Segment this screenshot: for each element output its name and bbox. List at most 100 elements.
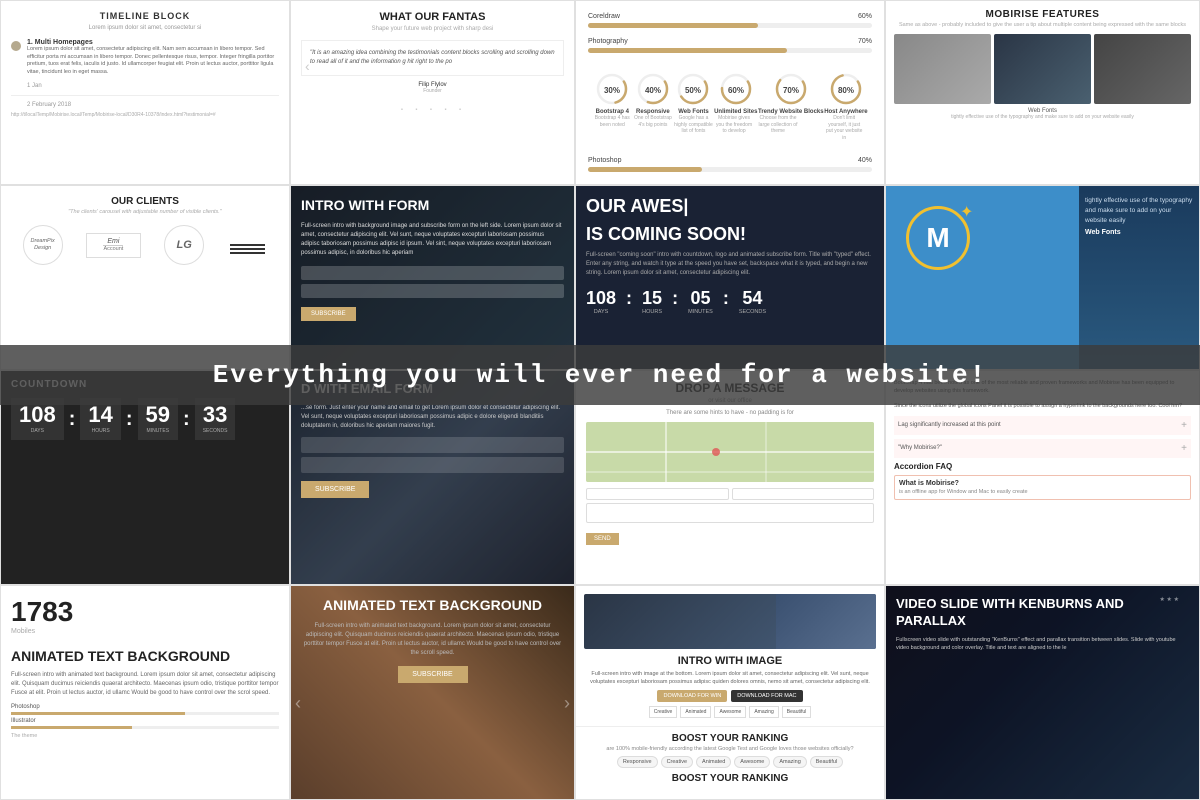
countdown-hours-label: Hours <box>88 428 112 434</box>
coming-soon-sep2: : <box>672 288 678 315</box>
video-slide-stars: ★ ★ ★ <box>1160 596 1179 603</box>
animated-bg-desc: Full-screen intro with animated text bac… <box>301 622 564 658</box>
circle-responsive: 40% Responsive One of Bootstrap 4's big … <box>633 71 673 141</box>
photoshop-bar-bg <box>588 167 872 172</box>
svg-text:30%: 30% <box>604 86 620 95</box>
video-slide-content: VIDEO SLIDE WITH KENBURNS AND PARALLAX F… <box>896 596 1189 652</box>
boost-tab-2[interactable]: Creative <box>661 756 693 768</box>
boost-tab-5[interactable]: Amazing <box>773 756 806 768</box>
mobirise-web-fonts-desc: tightly effective use of the typography … <box>894 114 1191 121</box>
accordion-section: Accordion FAQ What is Mobirise? is an of… <box>894 462 1191 500</box>
fantas-author-role: Founder <box>301 88 564 94</box>
animated-bg-nav-left[interactable]: ‹ <box>295 693 301 714</box>
circle-bootstrap-svg: 30% <box>594 71 630 107</box>
intro-form-email-field[interactable] <box>301 284 564 298</box>
banner-text: Everything you will ever need for a webs… <box>213 360 988 390</box>
accordion-q2-text: Lag significantly increased at this poin… <box>898 422 1001 428</box>
intro-image-btn-mac[interactable]: DOWNLOAD FOR MAC <box>731 690 802 702</box>
photoshop-bar-fill <box>588 167 702 172</box>
tile-timeline: TIMELINE BLOCK Lorem ipsum dolor sit ame… <box>0 0 290 185</box>
intro-image-right <box>776 594 876 649</box>
mobirise-img-3 <box>1094 34 1191 104</box>
circle-unlimited-svg: 60% <box>718 71 754 107</box>
fantas-nav-arrow[interactable]: ‹ <box>305 58 310 74</box>
collage-container: TIMELINE BLOCK Lorem ipsum dolor sit ame… <box>0 0 1200 800</box>
countdown-seconds-label: Seconds <box>203 428 228 434</box>
mobirise-images-row <box>894 34 1191 104</box>
mobirise-title: MOBIRISE FEATURES <box>894 9 1191 20</box>
countdown-days: 108 <box>19 404 56 426</box>
countdown-days-label: Days <box>19 428 56 434</box>
circle-host-svg: 80% <box>828 71 864 107</box>
coming-soon-sep1: : <box>626 288 632 315</box>
contact-message-field[interactable] <box>586 503 874 523</box>
timeline-item2-date: 2 February 2018 <box>27 102 279 108</box>
email-form-field1[interactable] <box>301 437 564 453</box>
animated-desc: Full-screen intro with animated text bac… <box>11 671 279 698</box>
intro-tab-4[interactable]: Amazing <box>749 706 778 718</box>
intro-image-btn-win[interactable]: DOWNLOAD FOR WIN <box>657 690 727 702</box>
drop-message-subdesc: There are some hints to have - no paddin… <box>586 410 874 416</box>
accordion-q1-desc: is an offline app for Window and Mac to … <box>899 489 1186 495</box>
animated-photoshop: Photoshop <box>11 704 279 710</box>
accordion-plus-icon[interactable]: + <box>1181 420 1187 431</box>
fantas-quote: "It is an amazing idea combining the tes… <box>301 40 564 76</box>
svg-text:40%: 40% <box>645 86 661 95</box>
accordion-q1-title: What is Mobirise? <box>899 480 1186 487</box>
timeline-dot-1 <box>11 41 21 51</box>
countdown-minutes-label: Minutes <box>146 428 170 434</box>
mobirise-sun-icon: ✦ <box>960 202 973 222</box>
tile-skills: Coreldraw 60% Photography 70% <box>575 0 885 185</box>
coming-soon-hours-label: Hours <box>642 309 662 315</box>
contact-name-field[interactable] <box>586 488 729 500</box>
intro-image-desc: Full-screen intro with image at the bott… <box>584 670 876 687</box>
intro-tab-3[interactable]: Awesome <box>714 706 746 718</box>
accordion-minus-icon[interactable]: + <box>1181 443 1187 454</box>
circle-unlimited-desc: Mobirise gives you the freedom to develo… <box>714 115 754 135</box>
email-form-field2[interactable] <box>301 457 564 473</box>
contact-email-field[interactable] <box>732 488 875 500</box>
intro-form-content: INTRO WITH FORM Full-screen intro with b… <box>301 196 564 321</box>
coming-soon-title1: OUR AWES| <box>586 196 874 218</box>
animated-bg-subscribe-btn[interactable]: SUBSCRIBE <box>398 666 468 683</box>
coreldraw-pct: 60% <box>858 13 872 20</box>
svg-text:70%: 70% <box>783 86 799 95</box>
clients-logos: DreamPix Design Emi Account LG <box>11 225 279 265</box>
video-slide-desc: Fullscreen video slide with outstanding … <box>896 636 1189 653</box>
boost-tab-3[interactable]: Animated <box>696 756 731 768</box>
video-slide-title: VIDEO SLIDE WITH KENBURNS AND PARALLAX <box>896 596 1189 630</box>
clients-subtitle: "The clients' carousel with adjustable n… <box>11 209 279 215</box>
circle-webfonts: 50% Web Fonts Google has a highly compat… <box>673 71 713 141</box>
accordion-q1-expanded: What is Mobirise? is an offline app for … <box>894 475 1191 500</box>
svg-text:80%: 80% <box>838 86 854 95</box>
timeline-item1-text: Lorem ipsum dolor sit amet, consectetur … <box>27 46 279 77</box>
tile-intro-form: INTRO WITH FORM Full-screen intro with b… <box>290 185 575 370</box>
animated-bg-nav-right[interactable]: › <box>564 693 570 714</box>
email-form-subscribe-btn[interactable]: SUBSCRIBE <box>301 481 369 498</box>
coreldraw-bar-fill <box>588 23 758 28</box>
coreldraw-label: Coreldraw <box>588 13 620 20</box>
boost-title-bottom: BOOST YOUR RANKING <box>584 773 876 784</box>
timeline-item1-number: 1. Multi Homepages <box>27 39 279 46</box>
coming-soon-minutes-label: Minutes <box>688 309 713 315</box>
intro-image-btns: DOWNLOAD FOR WIN DOWNLOAD FOR MAC <box>584 690 876 702</box>
boost-tab-4[interactable]: Awesome <box>734 756 770 768</box>
boost-tab-6[interactable]: Beautiful <box>810 756 843 768</box>
circle-webfonts-svg: 50% <box>675 71 711 107</box>
timeline-subtitle: Lorem ipsum dolor sit amet, consectetur … <box>11 25 279 31</box>
contact-submit-btn[interactable]: SEND <box>586 533 619 545</box>
mobirise-right-text: tightly effective use of the typography … <box>1085 196 1195 236</box>
boost-tab-1[interactable]: Responsive <box>617 756 658 768</box>
svg-text:60%: 60% <box>728 86 744 95</box>
intro-form-name-field[interactable] <box>301 266 564 280</box>
intro-tab-1[interactable]: Creative <box>649 706 678 718</box>
coming-soon-seconds-label: Seconds <box>739 309 766 315</box>
intro-tab-5[interactable]: Beautiful <box>782 706 811 718</box>
countdown-minutes: 59 <box>146 404 170 426</box>
intro-tab-2[interactable]: Animated <box>680 706 711 718</box>
countdown-sep2: : <box>126 408 133 431</box>
coming-soon-countdown: 108 Days : 15 Hours : 05 Minutes : 54 Se… <box>586 288 874 315</box>
coming-soon-days: 108 <box>586 288 616 309</box>
coming-soon-hours: 15 <box>642 288 662 309</box>
intro-form-btn[interactable]: SUBSCRIBE <box>301 307 356 321</box>
